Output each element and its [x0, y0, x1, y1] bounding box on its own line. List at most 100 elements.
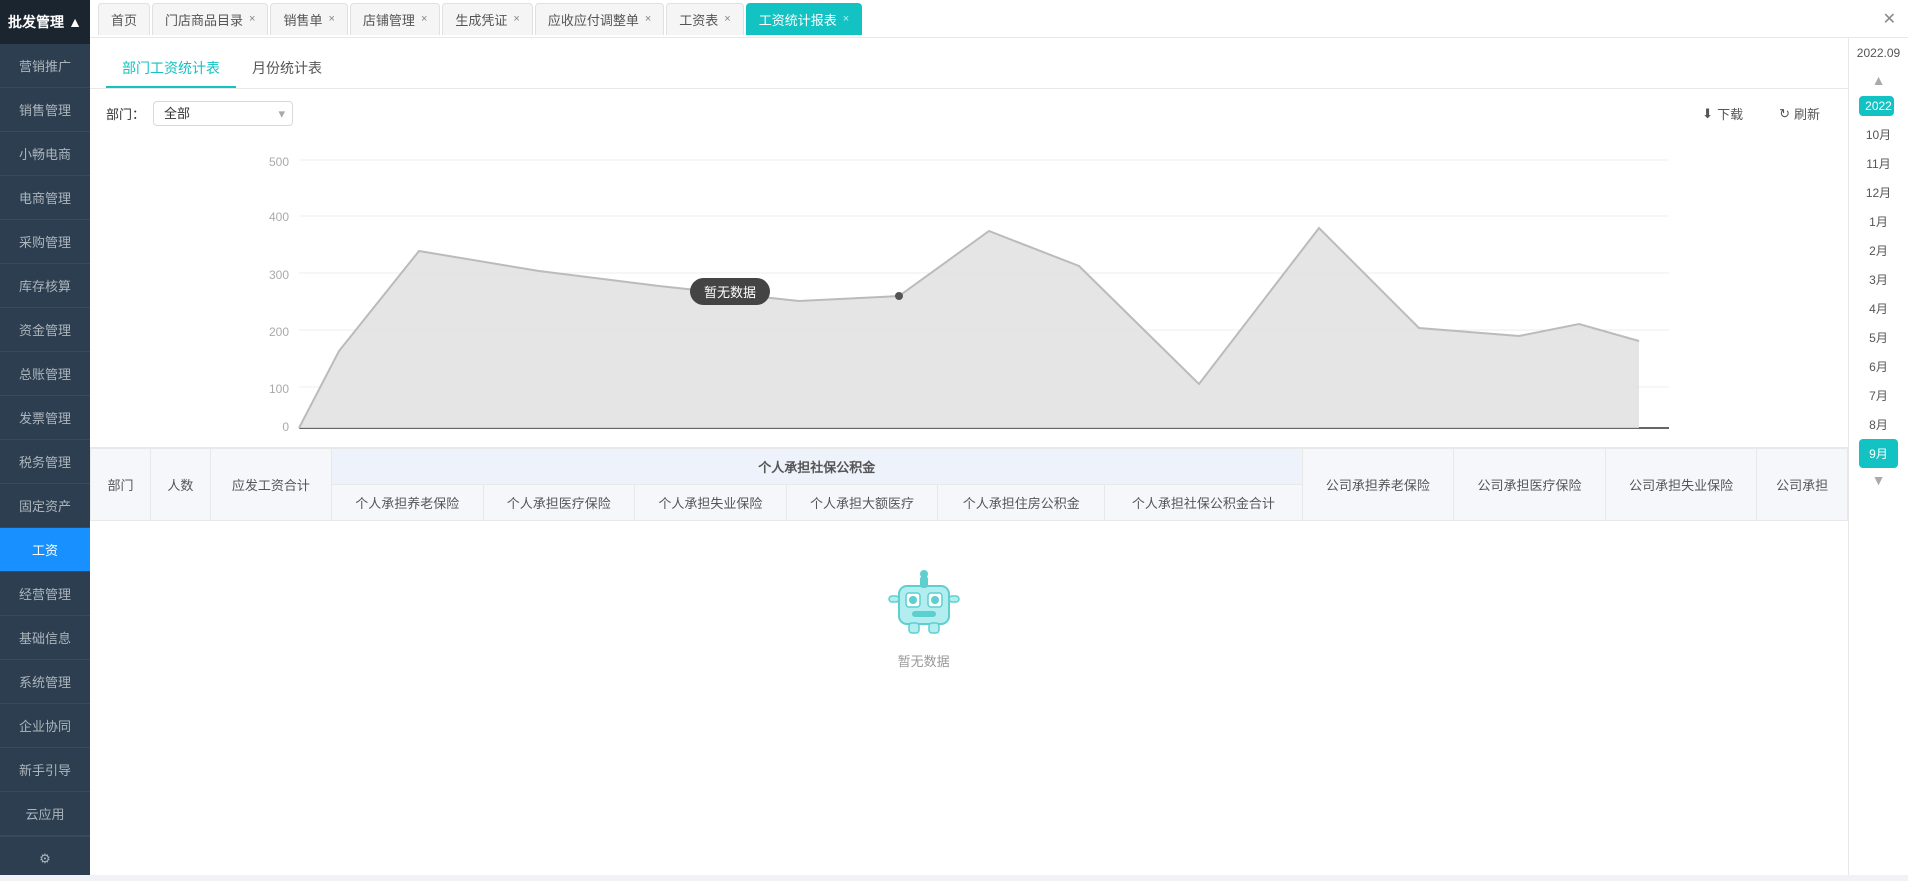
date-months: 2022 10月11月12月1月2月3月4月5月6月7月8月9月 — [1859, 92, 1898, 468]
sidebar-item-发票管理[interactable]: 发票管理 — [0, 396, 90, 440]
tab-label: 应收应付调整单 — [548, 10, 639, 29]
sidebar-item-企业协同[interactable]: 企业协同 — [0, 704, 90, 748]
tab-首页[interactable]: 首页 — [98, 3, 150, 35]
col-company-unemployment: 公司承担失业保险 — [1605, 449, 1757, 521]
col-dept: 部门 — [91, 449, 151, 521]
col-personal-housing: 个人承担住房公积金 — [938, 485, 1105, 521]
download-button[interactable]: ⬇ 下载 — [1690, 99, 1755, 128]
empty-state-icon — [884, 561, 964, 641]
date-nav-up[interactable]: ▲ — [1867, 68, 1891, 92]
toolbar-left: 部门： 全部 ▾ — [106, 101, 293, 126]
sidebar-item-经营管理[interactable]: 经营管理 — [0, 572, 90, 616]
sidebar-item-库存核算[interactable]: 库存核算 — [0, 264, 90, 308]
tab-bar-right: ✕ — [1879, 9, 1900, 29]
close-all-icon[interactable]: ✕ — [1879, 9, 1900, 29]
tab-close-icon[interactable]: × — [645, 13, 651, 25]
tab-close-icon[interactable]: × — [421, 13, 427, 25]
col-group-personal: 个人承担社保公积金 — [331, 449, 1302, 485]
sub-tabs: 部门工资统计表月份统计表 — [90, 38, 1848, 89]
date-month-2月[interactable]: 2月 — [1859, 236, 1898, 265]
svg-text:0: 0 — [282, 420, 289, 434]
date-month-5月[interactable]: 5月 — [1859, 323, 1898, 352]
sidebar-header[interactable]: 批发管理 ▲ — [0, 0, 90, 44]
tab-close-icon[interactable]: × — [328, 13, 334, 25]
toolbar-right: ⬇ 下载 ↻ 刷新 — [1690, 99, 1832, 128]
tab-销售单[interactable]: 销售单× — [270, 3, 347, 35]
no-data-row: 暂无数据 — [91, 521, 1848, 711]
sidebar-item-采购管理[interactable]: 采购管理 — [0, 220, 90, 264]
dept-label: 部门： — [106, 104, 145, 123]
date-month-6月[interactable]: 6月 — [1859, 352, 1898, 381]
col-personal-unemployment: 个人承担失业保险 — [635, 485, 787, 521]
table-wrap[interactable]: 部门 人数 应发工资合计 个人承担社保公积金 公司承担养老保险 公司承担医疗保险… — [90, 447, 1848, 875]
date-nav-down[interactable]: ▼ — [1867, 468, 1891, 492]
col-headcount: 人数 — [150, 449, 210, 521]
sidebar-item-系统管理[interactable]: 系统管理 — [0, 660, 90, 704]
tab-label: 首页 — [111, 10, 137, 29]
sidebar-item-固定资产[interactable]: 固定资产 — [0, 484, 90, 528]
col-personal-large-medical: 个人承担大额医疗 — [786, 485, 938, 521]
date-month-11月[interactable]: 11月 — [1859, 149, 1898, 178]
tab-close-icon[interactable]: × — [724, 13, 730, 25]
date-month-10月[interactable]: 10月 — [1859, 120, 1898, 149]
tab-工资统计报表[interactable]: 工资统计报表× — [746, 3, 862, 35]
tab-门店商品目录[interactable]: 门店商品目录 × — [152, 3, 268, 35]
refresh-icon: ↻ — [1779, 106, 1790, 122]
sidebar-item-总账管理[interactable]: 总账管理 — [0, 352, 90, 396]
date-month-12月[interactable]: 12月 — [1859, 178, 1898, 207]
sidebar-item-营销推广[interactable]: 营销推广 — [0, 44, 90, 88]
sidebar-item-工资[interactable]: 工资 — [0, 528, 90, 572]
date-panel-year[interactable]: 2022.09 — [1853, 38, 1904, 68]
col-company-medical: 公司承担医疗保险 — [1454, 449, 1606, 521]
tab-close-icon[interactable]: × — [249, 13, 255, 25]
sidebar-item-电商管理[interactable]: 电商管理 — [0, 176, 90, 220]
tab-店铺管理[interactable]: 店铺管理 × — [350, 3, 440, 35]
download-icon: ⬇ — [1702, 106, 1713, 122]
sidebar-item-税务管理[interactable]: 税务管理 — [0, 440, 90, 484]
sidebar-item-资金管理[interactable]: 资金管理 — [0, 308, 90, 352]
col-personal-pension: 个人承担养老保险 — [331, 485, 483, 521]
tab-生成凭证[interactable]: 生成凭证 × — [442, 3, 532, 35]
sidebar-item-云应用[interactable]: 云应用 — [0, 792, 90, 836]
tab-close-icon[interactable]: × — [513, 13, 519, 25]
date-month-9月[interactable]: 9月 — [1859, 439, 1898, 468]
tab-close-icon[interactable]: × — [843, 13, 849, 25]
dept-select[interactable]: 全部 — [153, 101, 293, 126]
sidebar-items: 营销推广销售管理小畅电商电商管理采购管理库存核算资金管理总账管理发票管理税务管理… — [0, 44, 90, 836]
settings-button[interactable]: ⚙ — [0, 836, 90, 881]
sidebar-item-基础信息[interactable]: 基础信息 — [0, 616, 90, 660]
tab-label: 工资表 — [679, 10, 718, 29]
tab-工资表[interactable]: 工资表 × — [666, 3, 743, 35]
tab-label: 门店商品目录 — [165, 10, 243, 29]
data-table: 部门 人数 应发工资合计 个人承担社保公积金 公司承担养老保险 公司承担医疗保险… — [90, 448, 1848, 710]
date-month-3月[interactable]: 3月 — [1859, 265, 1898, 294]
tab-label: 店铺管理 — [363, 10, 415, 29]
sub-tab-部门工资统计表[interactable]: 部门工资统计表 — [106, 50, 236, 88]
tab-bar: 首页门店商品目录×销售单×店铺管理×生成凭证×应收应付调整单×工资表×工资统计报… — [90, 0, 1908, 38]
date-panel: 2022.09 ▲ 2022 10月11月12月1月2月3月4月5月6月7月8月9… — [1848, 38, 1908, 875]
tab-应收应付调整单[interactable]: 应收应付调整单 × — [535, 3, 664, 35]
date-month-4月[interactable]: 4月 — [1859, 294, 1898, 323]
col-company-pension: 公司承担养老保险 — [1302, 449, 1454, 521]
sidebar-item-小畅电商[interactable]: 小畅电商 — [0, 132, 90, 176]
chart-area: 500 400 300 200 100 0 — [90, 138, 1848, 447]
sidebar: 批发管理 ▲ 营销推广销售管理小畅电商电商管理采购管理库存核算资金管理总账管理发… — [0, 0, 90, 875]
toolbar: 部门： 全部 ▾ ⬇ 下载 ↻ 刷新 — [90, 89, 1848, 138]
refresh-button[interactable]: ↻ 刷新 — [1767, 99, 1832, 128]
date-month-8月[interactable]: 8月 — [1859, 410, 1898, 439]
chart-svg: 500 400 300 200 100 0 — [106, 146, 1832, 436]
svg-text:500: 500 — [269, 155, 289, 169]
content-area: 部门工资统计表月份统计表 部门： 全部 ▾ ⬇ 下载 — [90, 38, 1908, 875]
date-month-1月[interactable]: 1月 — [1859, 207, 1898, 236]
date-year-badge[interactable]: 2022 — [1859, 96, 1894, 116]
page-body: 部门工资统计表月份统计表 部门： 全部 ▾ ⬇ 下载 — [90, 38, 1848, 875]
sidebar-item-新手引导[interactable]: 新手引导 — [0, 748, 90, 792]
sidebar-item-销售管理[interactable]: 销售管理 — [0, 88, 90, 132]
date-month-7月[interactable]: 7月 — [1859, 381, 1898, 410]
sub-tab-月份统计表[interactable]: 月份统计表 — [236, 50, 338, 88]
col-total-salary: 应发工资合计 — [210, 449, 331, 521]
tab-label: 生成凭证 — [455, 10, 507, 29]
svg-text:300: 300 — [269, 268, 289, 282]
svg-text:400: 400 — [269, 210, 289, 224]
svg-text:100: 100 — [269, 382, 289, 396]
